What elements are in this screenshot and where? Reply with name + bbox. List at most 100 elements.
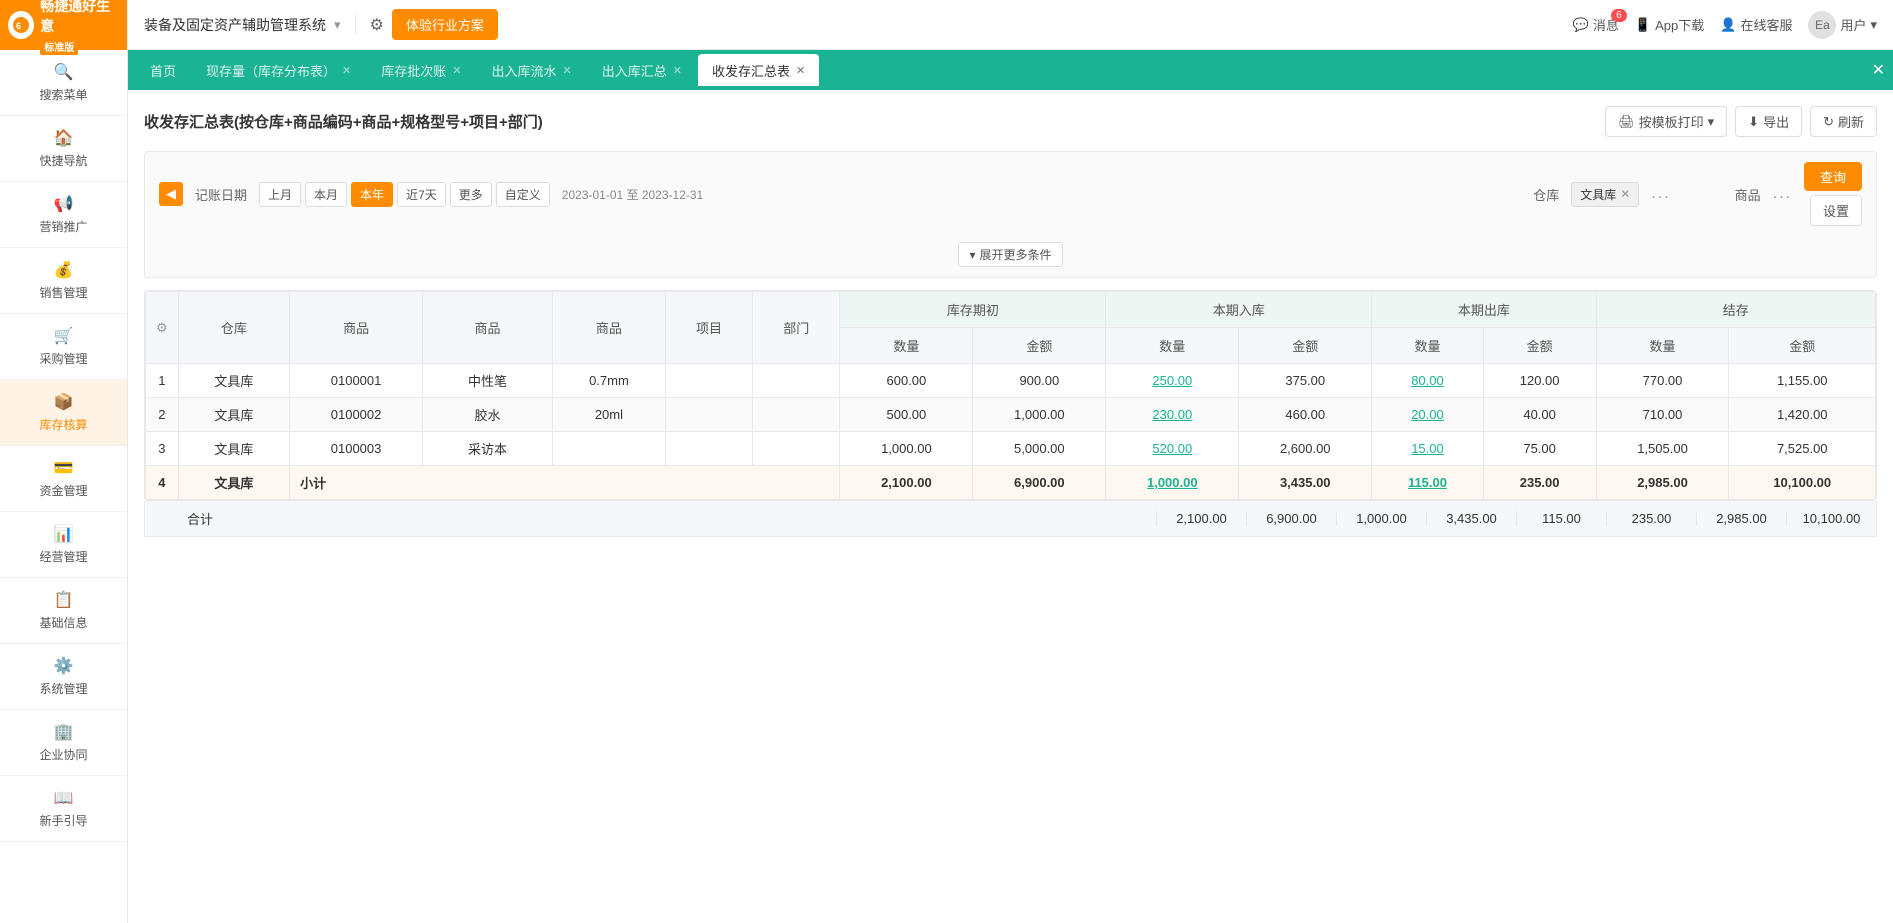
tab-batch-account[interactable]: 库存批次账 ✕ (367, 54, 475, 86)
sales-icon: 💰 (54, 260, 74, 280)
sidebar-item-search[interactable]: 🔍 搜索菜单 (0, 50, 127, 116)
service-icon: 👤 (1720, 17, 1736, 33)
warehouse-tag: 文具库 ✕ (1571, 182, 1639, 207)
tab-recv-send-summary[interactable]: 收发存汇总表 ✕ (698, 54, 819, 86)
tab-close-batch-account[interactable]: ✕ (452, 64, 461, 77)
tab-bar-close-btn[interactable]: ✕ (1872, 60, 1885, 80)
date-btn-last-month[interactable]: 上月 (259, 182, 301, 207)
user-avatar: Ea (1808, 11, 1836, 39)
footer-total-balance-qty: 2,985.00 (1696, 511, 1786, 526)
date-btn-more[interactable]: 更多 (450, 182, 492, 207)
date-label: 记账日期 (195, 185, 247, 204)
cell-out-qty[interactable]: 20.00 (1372, 398, 1483, 432)
th-out-amt: 金额 (1483, 328, 1596, 364)
cell-in-qty[interactable]: 230.00 (1106, 398, 1239, 432)
tab-close-inventory-dist[interactable]: ✕ (342, 64, 351, 77)
th-group-balance: 结存 (1596, 292, 1875, 328)
user-menu[interactable]: Ea 用户 ▾ (1808, 11, 1877, 39)
sidebar-item-system[interactable]: ⚙️ 系统管理 (0, 644, 127, 710)
cell-goods-name: 胶水 (423, 398, 553, 432)
warehouse-label: 仓库 (1533, 185, 1559, 204)
date-btn-this-year[interactable]: 本年 (351, 182, 393, 207)
logo-icon: 6 (8, 11, 34, 39)
header-divider (355, 15, 356, 35)
sidebar-item-inventory[interactable]: 📦 库存核算 (0, 380, 127, 446)
subtotal-out-qty[interactable]: 115.00 (1372, 466, 1483, 500)
home-icon: 🏠 (54, 128, 74, 148)
cell-opening-qty: 600.00 (840, 364, 973, 398)
cell-opening-amt: 900.00 (973, 364, 1106, 398)
cell-goods-code: 0100003 (290, 432, 423, 466)
warehouse-tag-close[interactable]: ✕ (1620, 187, 1630, 201)
filter-bar: ◀ 记账日期 上月 本月 本年 近7天 更多 自定义 2023-01-01 至 … (144, 151, 1877, 278)
sidebar-item-quick-nav[interactable]: 🏠 快捷导航 (0, 116, 127, 182)
table-body: 1 文具库 0100001 中性笔 0.7mm 600.00 900.00 25… (146, 364, 1876, 500)
tab-close-io-flow[interactable]: ✕ (563, 64, 572, 77)
cell-opening-qty: 1,000.00 (840, 432, 973, 466)
basic-info-icon: 📋 (54, 590, 74, 610)
sidebar-item-finance[interactable]: 💳 资金管理 (0, 446, 127, 512)
th-goods-code: 商品 (290, 292, 423, 364)
table-row: 2 文具库 0100002 胶水 20ml 500.00 1,000.00 23… (146, 398, 1876, 432)
subtotal-label: 小计 (290, 466, 840, 500)
page-title-row: 收发存汇总表(按仓库+商品编码+商品+规格型号+项目+部门) 🖨 按模板打印 ▾… (144, 106, 1877, 137)
sidebar-item-beginner[interactable]: 📖 新手引导 (0, 776, 127, 842)
date-btn-custom[interactable]: 自定义 (496, 182, 550, 207)
logo-text: 畅捷通好生意 标准版 (40, 0, 119, 55)
tab-home[interactable]: 首页 (136, 54, 190, 86)
export-btn[interactable]: ⬇ 导出 (1735, 106, 1802, 137)
th-goods-name: 商品 (423, 292, 553, 364)
filter-settings-btn[interactable]: 设置 (1810, 195, 1862, 226)
sidebar-item-basic-info[interactable]: 📋 基础信息 (0, 578, 127, 644)
goods-more-btn[interactable]: ... (1773, 185, 1792, 203)
tab-io-summary[interactable]: 出入库汇总 ✕ (588, 54, 696, 86)
filter-collapse-btn[interactable]: ◀ (159, 182, 183, 206)
sidebar-item-purchase[interactable]: 🛒 采购管理 (0, 314, 127, 380)
th-group-period-out: 本期出库 (1372, 292, 1596, 328)
warehouse-more-btn[interactable]: ... (1651, 185, 1670, 203)
cell-project (665, 398, 752, 432)
sidebar-item-sales[interactable]: 💰 销售管理 (0, 248, 127, 314)
tab-io-flow[interactable]: 出入库流水 ✕ (477, 54, 585, 86)
cell-warehouse: 文具库 (178, 364, 289, 398)
subtotal-balance-qty: 2,985.00 (1596, 466, 1729, 500)
query-area: 查询 设置 (1804, 162, 1862, 226)
cell-opening-amt: 5,000.00 (973, 432, 1106, 466)
app-download-btn[interactable]: 📱 App下载 (1635, 15, 1704, 34)
cell-out-amt: 75.00 (1483, 432, 1596, 466)
page-title: 收发存汇总表(按仓库+商品编码+商品+规格型号+项目+部门) (144, 111, 543, 132)
subtotal-in-qty[interactable]: 1,000.00 (1106, 466, 1239, 500)
sidebar-item-marketing[interactable]: 📢 营销推广 (0, 182, 127, 248)
footer-total-opening-amt: 6,900.00 (1246, 511, 1336, 526)
tab-close-io-summary[interactable]: ✕ (673, 64, 682, 77)
expand-more-btn[interactable]: ▾ 展开更多条件 (958, 242, 1062, 267)
messages-btn[interactable]: 💬 消息 6 (1573, 15, 1619, 34)
cell-out-qty[interactable]: 80.00 (1372, 364, 1483, 398)
system-title-dropdown-icon[interactable]: ▾ (334, 17, 341, 33)
cell-in-qty[interactable]: 520.00 (1106, 432, 1239, 466)
table-settings-icon[interactable]: ⚙ (156, 320, 168, 335)
query-btn[interactable]: 查询 (1804, 162, 1862, 191)
print-btn[interactable]: 🖨 按模板打印 ▾ (1605, 106, 1727, 137)
cell-balance-qty: 770.00 (1596, 364, 1729, 398)
cell-goods-code: 0100002 (290, 398, 423, 432)
refresh-btn[interactable]: ↻ 刷新 (1810, 106, 1877, 137)
cell-project (665, 364, 752, 398)
date-btn-this-month[interactable]: 本月 (305, 182, 347, 207)
online-service-btn[interactable]: 👤 在线客服 (1720, 15, 1792, 34)
cell-out-amt: 120.00 (1483, 364, 1596, 398)
tab-close-recv-send[interactable]: ✕ (796, 64, 805, 77)
experience-btn[interactable]: 体验行业方案 (392, 9, 498, 40)
gear-icon[interactable]: ⚙ (370, 15, 384, 35)
cell-in-qty[interactable]: 250.00 (1106, 364, 1239, 398)
expand-row: ▾ 展开更多条件 (159, 234, 1862, 267)
sidebar-item-operations[interactable]: 📊 经营管理 (0, 512, 127, 578)
date-btn-7days[interactable]: 近7天 (397, 182, 446, 207)
subtotal-balance-amt: 10,100.00 (1729, 466, 1876, 500)
data-table: ⚙ 仓库 商品 商品 商品 项目 部门 库存期初 本期入库 本期出库 结存 (145, 291, 1876, 500)
sidebar-item-corp[interactable]: 🏢 企业协同 (0, 710, 127, 776)
tab-inventory-dist[interactable]: 现存量（库存分布表） ✕ (192, 54, 365, 86)
th-in-amt: 金额 (1239, 328, 1372, 364)
expand-icon: ▾ (969, 248, 975, 262)
cell-out-qty[interactable]: 15.00 (1372, 432, 1483, 466)
